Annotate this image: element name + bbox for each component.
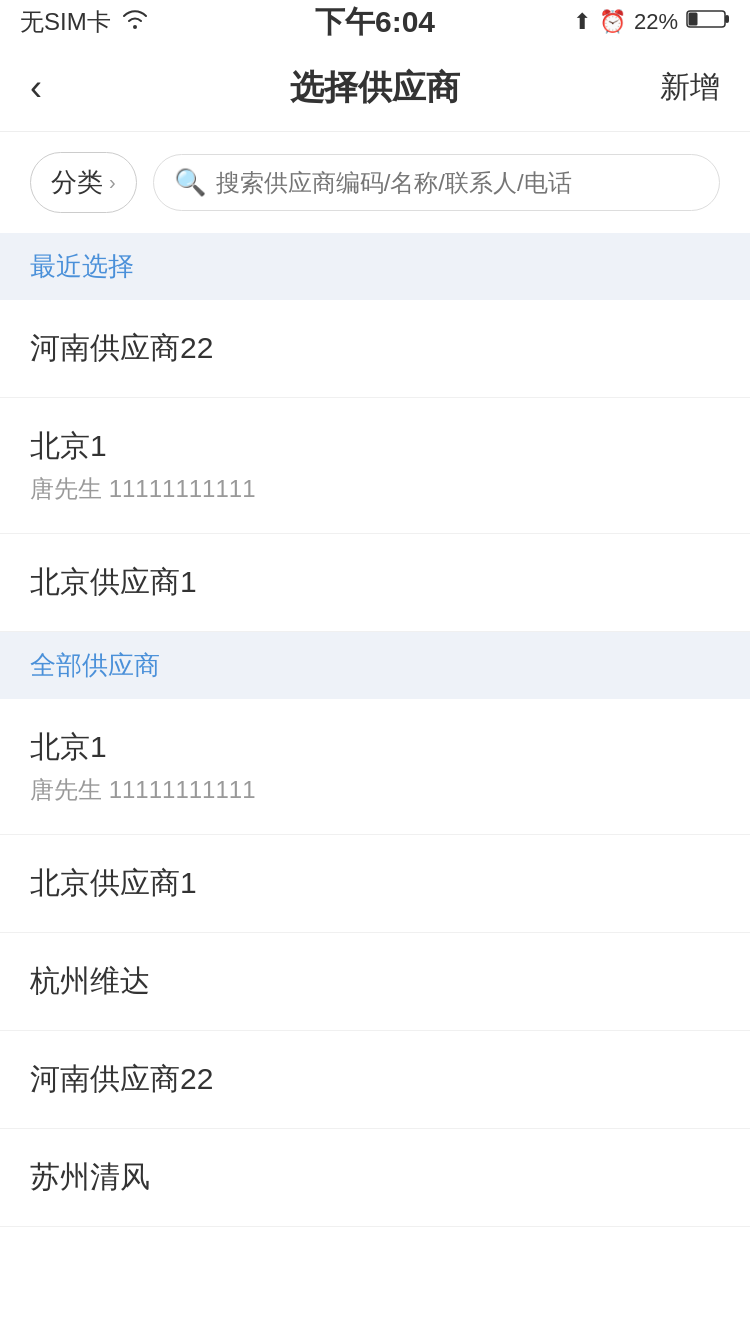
- item-name: 苏州清风: [30, 1157, 720, 1198]
- chevron-right-icon: ›: [109, 171, 116, 194]
- recent-section-header: 最近选择: [0, 233, 750, 300]
- alarm-icon: ⏰: [599, 9, 626, 35]
- item-name: 北京供应商1: [30, 863, 720, 904]
- list-item[interactable]: 河南供应商22: [0, 1031, 750, 1129]
- search-input[interactable]: [216, 169, 699, 197]
- list-item[interactable]: 北京1 唐先生 11111111111: [0, 699, 750, 835]
- page-title: 选择供应商: [90, 65, 660, 111]
- nav-bar: ‹ 选择供应商 新增: [0, 44, 750, 132]
- category-button[interactable]: 分类 ›: [30, 152, 137, 213]
- new-action-button[interactable]: 新增: [660, 67, 720, 108]
- item-name: 河南供应商22: [30, 328, 720, 369]
- battery-icon: [686, 8, 730, 36]
- item-name: 杭州维达: [30, 961, 720, 1002]
- status-bar: 无SIM卡 下午6:04 ⬆ ⏰ 22%: [0, 0, 750, 44]
- search-icon: 🔍: [174, 167, 206, 198]
- item-sub: 唐先生 11111111111: [30, 774, 720, 806]
- status-time: 下午6:04: [315, 2, 435, 43]
- item-name: 北京供应商1: [30, 562, 720, 603]
- all-section-header: 全部供应商: [0, 632, 750, 699]
- category-label: 分类: [51, 165, 103, 200]
- search-input-wrap: 🔍: [153, 154, 720, 211]
- item-sub: 唐先生 11111111111: [30, 473, 720, 505]
- list-item[interactable]: 苏州清风: [0, 1129, 750, 1227]
- list-item[interactable]: 杭州维达: [0, 933, 750, 1031]
- no-sim-text: 无SIM卡: [20, 6, 111, 38]
- all-items-list: 北京1 唐先生 11111111111 北京供应商1 杭州维达河南供应商22 苏州清风: [0, 699, 750, 1227]
- item-name: 北京1: [30, 727, 720, 768]
- svg-rect-1: [725, 15, 729, 23]
- battery-text: 22%: [634, 9, 678, 35]
- list-item[interactable]: 北京供应商1: [0, 534, 750, 632]
- location-icon: ⬆: [573, 9, 591, 35]
- search-bar: 分类 › 🔍: [0, 132, 750, 233]
- list-item[interactable]: 北京1 唐先生 11111111111: [0, 398, 750, 534]
- back-button[interactable]: ‹: [30, 67, 90, 109]
- list-item[interactable]: 河南供应商22: [0, 300, 750, 398]
- recent-items-list: 河南供应商22 北京1 唐先生 11111111111 北京供应商1: [0, 300, 750, 632]
- item-name: 北京1: [30, 426, 720, 467]
- svg-rect-2: [689, 13, 698, 26]
- status-right: ⬆ ⏰ 22%: [573, 8, 730, 36]
- list-item[interactable]: 北京供应商1: [0, 835, 750, 933]
- status-left: 无SIM卡: [20, 6, 149, 38]
- wifi-icon: [121, 8, 149, 36]
- item-name: 河南供应商22: [30, 1059, 720, 1100]
